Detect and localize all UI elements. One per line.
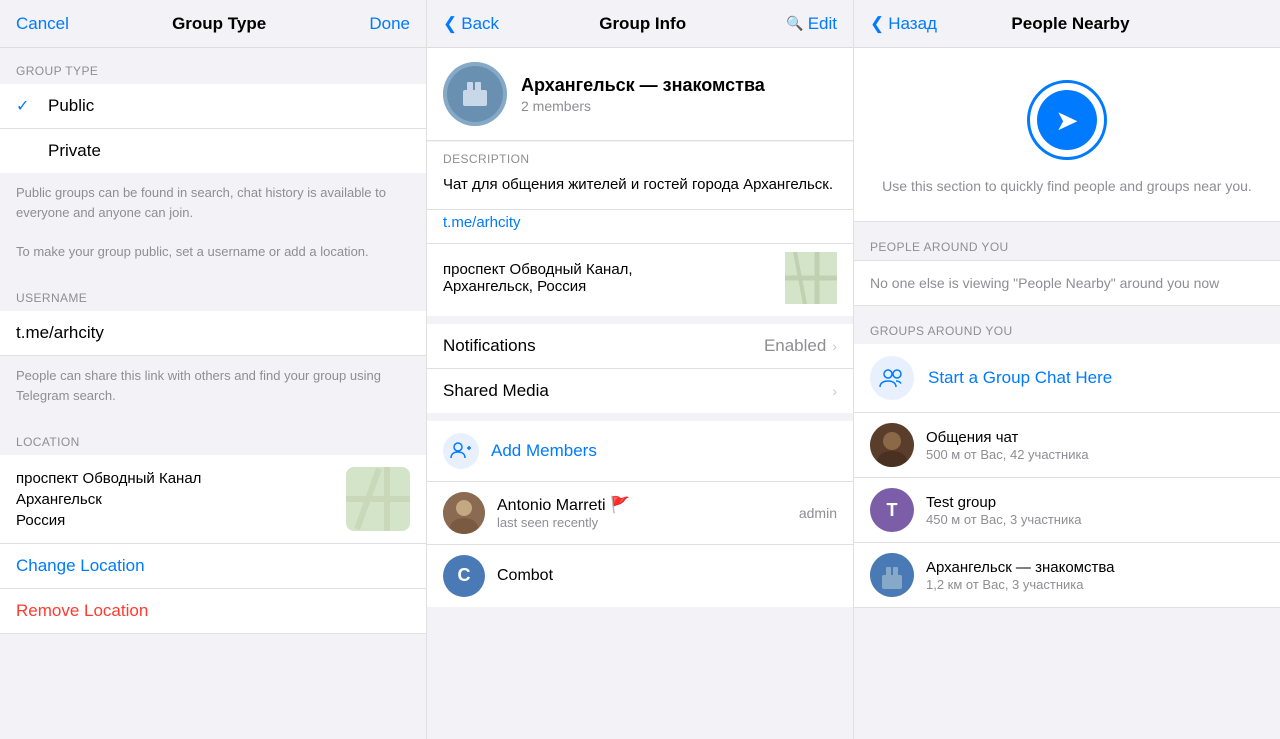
group-item-name-1: Test group — [926, 494, 1081, 511]
group-item-sub-0: 500 м от Вас, 42 участника — [926, 447, 1089, 462]
group-type-options: ✓ Public ✓ Private — [0, 84, 426, 173]
middle-nav-bar: ❮ Back Group Info 🔍 Edit — [427, 0, 853, 48]
left-nav-title: Group Type — [172, 14, 266, 34]
location-hero: ➤ Use this section to quickly find peopl… — [854, 48, 1280, 222]
group-item-row-1[interactable]: T Test group 450 м от Вас, 3 участника — [854, 478, 1280, 543]
shared-media-row[interactable]: Shared Media › — [427, 369, 853, 413]
add-members-row[interactable]: Add Members — [427, 421, 853, 482]
back-chevron-icon: ❮ — [443, 14, 457, 34]
group-info: Архангельск — знакомства 2 members — [521, 75, 765, 114]
right-panel: ❮ Назад People Nearby ➤ Use this section… — [854, 0, 1280, 739]
private-label: Private — [48, 141, 101, 161]
member-avatar-2: C — [443, 555, 485, 597]
cancel-button[interactable]: Cancel — [16, 14, 69, 34]
middle-panel: ❮ Back Group Info 🔍 Edit Архангельск — з… — [427, 0, 854, 739]
group-item-avatar-0 — [870, 423, 914, 467]
member-name-2: Combot — [497, 567, 837, 585]
notifications-row[interactable]: Notifications Enabled › — [427, 324, 853, 369]
people-section-title: PEOPLE AROUND YOU — [854, 230, 1280, 260]
group-item-sub-1: 450 м от Вас, 3 участника — [926, 512, 1081, 527]
group-item-avatar-2 — [870, 553, 914, 597]
groups-section-title: GROUPS AROUND YOU — [854, 314, 1280, 344]
private-option[interactable]: ✓ Private — [0, 129, 426, 173]
add-members-icon — [443, 433, 479, 469]
settings-section: Notifications Enabled › Shared Media › — [427, 324, 853, 413]
left-content: GROUP TYPE ✓ Public ✓ Private Public gro… — [0, 48, 426, 739]
group-item-sub-2: 1,2 км от Вас, 3 участника — [926, 577, 1115, 592]
notifications-value: Enabled — [764, 336, 826, 356]
group-members: 2 members — [521, 98, 765, 114]
start-group-label: Start a Group Chat Here — [928, 368, 1112, 388]
public-option[interactable]: ✓ Public — [0, 84, 426, 129]
description-label: DESCRIPTION — [427, 142, 853, 170]
people-empty-message: No one else is viewing "People Nearby" a… — [854, 260, 1280, 306]
middle-content: Архангельск — знакомства 2 members DESCR… — [427, 48, 853, 607]
group-avatar — [443, 62, 507, 126]
location-row: проспект Обводный Канал,Архангельск, Рос… — [427, 243, 853, 316]
location-text: проспект Обводный Канал,Архангельск, Рос… — [443, 261, 773, 295]
notifications-label: Notifications — [443, 336, 764, 356]
search-icon: 🔍 — [786, 15, 803, 32]
middle-back-button[interactable]: ❮ Back — [443, 14, 499, 34]
group-name: Архангельск — знакомства — [521, 75, 765, 96]
people-section: PEOPLE AROUND YOU No one else is viewing… — [854, 230, 1280, 306]
description-text: Чат для общения жителей и гостей города … — [427, 170, 853, 209]
group-link[interactable]: t.me/arhcity — [427, 209, 853, 243]
member-row[interactable]: C Combot — [427, 545, 853, 607]
public-checkmark: ✓ — [16, 96, 36, 116]
add-members-label: Add Members — [491, 441, 597, 461]
start-group-row[interactable]: Start a Group Chat Here — [854, 344, 1280, 413]
middle-nav-title: Group Info — [599, 14, 686, 34]
member-info-2: Combot — [497, 567, 837, 585]
notifications-chevron-icon: › — [832, 338, 837, 354]
shared-media-label: Shared Media — [443, 381, 832, 401]
location-map-thumb — [785, 252, 837, 304]
right-back-button[interactable]: ❮ Назад — [870, 14, 937, 34]
left-panel: Cancel Group Type Done GROUP TYPE ✓ Publ… — [0, 0, 427, 739]
group-item-info-2: Архангельск — знакомства 1,2 км от Вас, … — [926, 559, 1115, 592]
group-header: Архангельск — знакомства 2 members — [427, 48, 853, 141]
group-item-row[interactable]: Общения чат 500 м от Вас, 42 участника — [854, 413, 1280, 478]
location-icon: ➤ — [1037, 90, 1097, 150]
middle-edit-button[interactable]: 🔍 Edit — [786, 14, 837, 34]
members-section: Add Members Antonio Marreti 🚩 last seen … — [427, 421, 853, 607]
location-icon-circle: ➤ — [1027, 80, 1107, 160]
group-item-row-2[interactable]: Архангельск — знакомства 1,2 км от Вас, … — [854, 543, 1280, 608]
start-group-icon — [870, 356, 914, 400]
location-card: проспект Обводный КаналАрхангельскРоссия — [0, 455, 426, 544]
username-info: People can share this link with others a… — [0, 356, 426, 419]
right-nav-bar: ❮ Назад People Nearby — [854, 0, 1280, 48]
member-status: last seen recently — [497, 515, 787, 530]
group-item-avatar-1: T — [870, 488, 914, 532]
done-button[interactable]: Done — [369, 14, 410, 34]
public-info: Public groups can be found in search, ch… — [0, 173, 426, 275]
public-label: Public — [48, 96, 94, 116]
group-item-info-0: Общения чат 500 м от Вас, 42 участника — [926, 429, 1089, 462]
change-location-button[interactable]: Change Location — [0, 544, 426, 589]
right-back-chevron-icon: ❮ — [870, 14, 884, 34]
group-type-section-header: GROUP TYPE — [0, 48, 426, 84]
member-info: Antonio Marreti 🚩 last seen recently — [497, 495, 787, 530]
member-avatar — [443, 492, 485, 534]
group-item-name-2: Архангельск — знакомства — [926, 559, 1115, 576]
shared-media-chevron-icon: › — [832, 383, 837, 399]
location-hero-desc: Use this section to quickly find people … — [882, 176, 1252, 197]
member-role: admin — [799, 505, 837, 521]
location-text: проспект Обводный КаналАрхангельскРоссия — [16, 468, 334, 531]
flag-icon: 🚩 — [610, 497, 630, 514]
groups-section: GROUPS AROUND YOU Start a Group Chat Her… — [854, 314, 1280, 608]
username-field[interactable]: t.me/arhcity — [0, 311, 426, 356]
right-nav-title: People Nearby — [1011, 14, 1129, 34]
member-name: Antonio Marreti 🚩 — [497, 495, 787, 515]
left-nav-bar: Cancel Group Type Done — [0, 0, 426, 48]
description-section: DESCRIPTION Чат для общения жителей и го… — [427, 142, 853, 316]
group-item-info-1: Test group 450 м от Вас, 3 участника — [926, 494, 1081, 527]
location-section-header: LOCATION — [0, 419, 426, 455]
member-row[interactable]: Antonio Marreti 🚩 last seen recently adm… — [427, 482, 853, 545]
location-map-thumbnail — [346, 467, 410, 531]
group-item-name-0: Общения чат — [926, 429, 1089, 446]
username-section-header: USERNAME — [0, 275, 426, 311]
remove-location-button[interactable]: Remove Location — [0, 589, 426, 634]
